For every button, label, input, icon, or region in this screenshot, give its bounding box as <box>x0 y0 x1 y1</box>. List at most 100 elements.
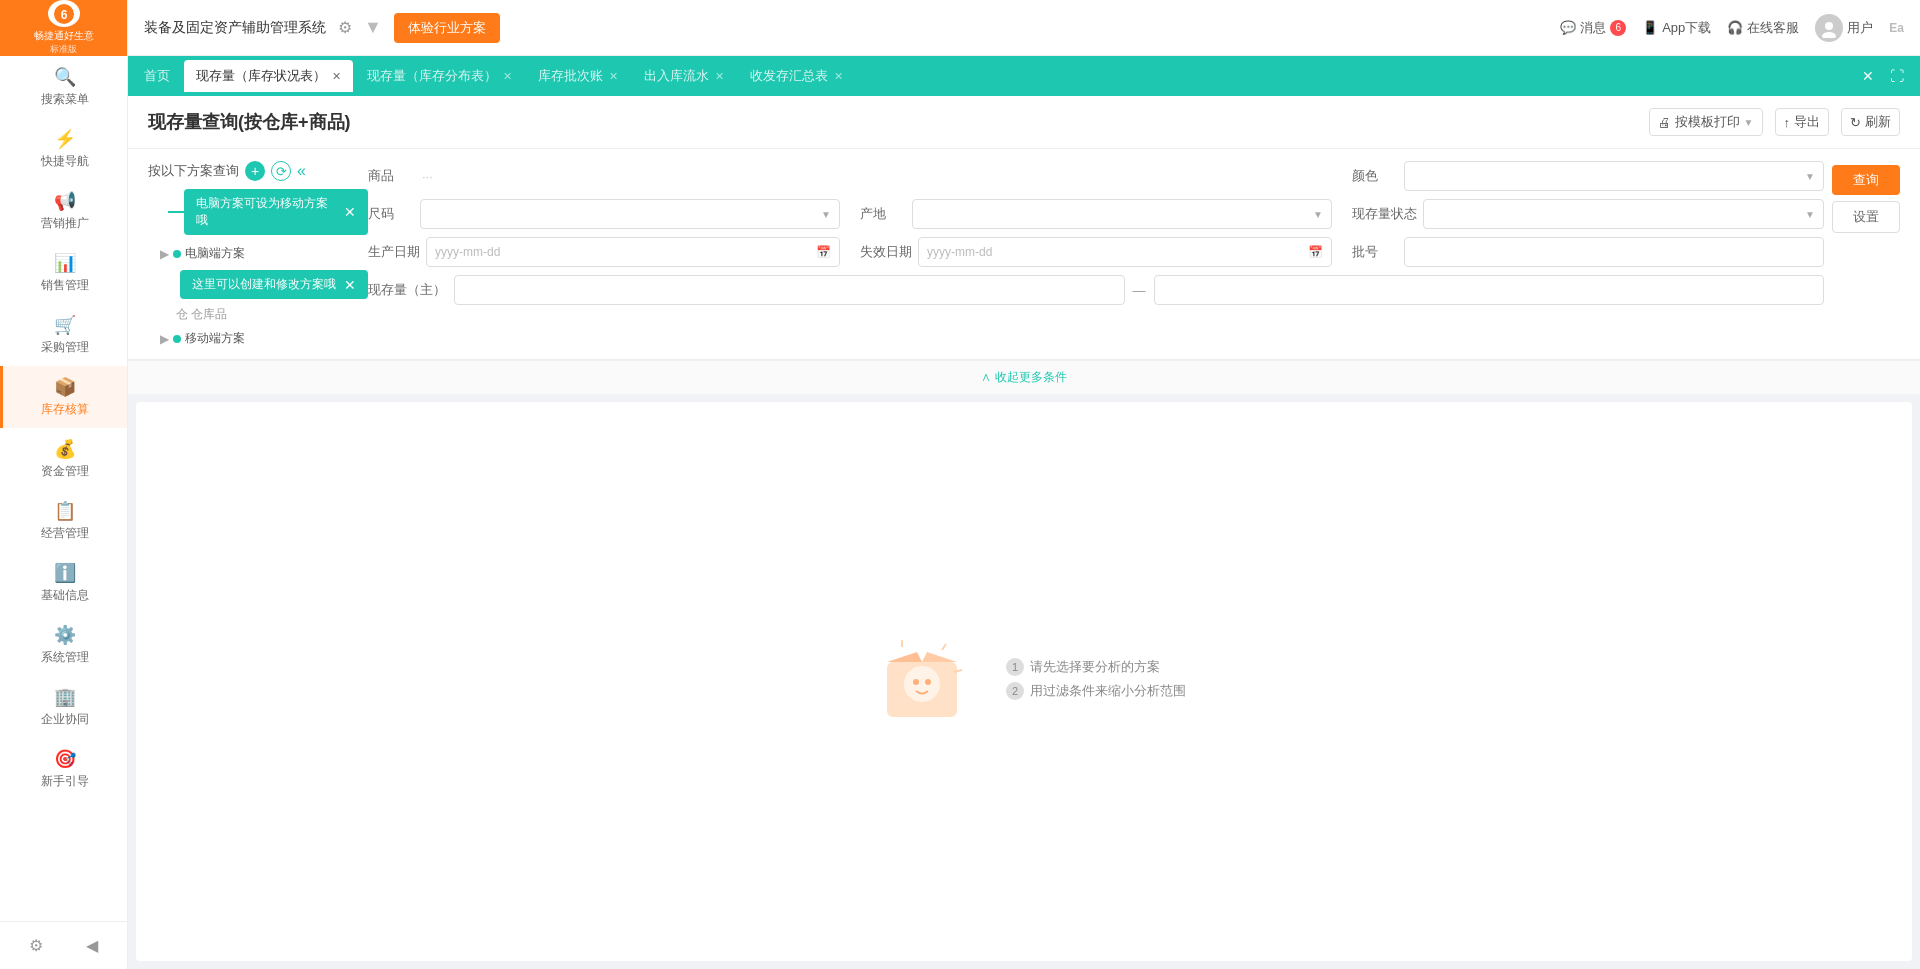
filter-edit-btn[interactable]: ⟳ <box>271 161 291 181</box>
sidebar-collapse-btn[interactable]: ◀ <box>82 932 102 959</box>
product-dots-btn[interactable]: ··· <box>420 169 435 184</box>
field-prod-date: 生产日期 yyyy-mm-dd 📅 <box>368 237 840 267</box>
origin-chevron-icon: ▼ <box>1313 209 1323 220</box>
tab-inout-flow-close[interactable]: ✕ <box>715 70 724 83</box>
industry-btn[interactable]: 体验行业方案 <box>394 13 500 43</box>
sidebar-item-finance[interactable]: 💰 资金管理 <box>0 428 127 490</box>
settings-btn[interactable]: 设置 <box>1832 201 1900 233</box>
prod-date-input[interactable]: yyyy-mm-dd 📅 <box>426 237 840 267</box>
field-product: 商品 ··· <box>368 167 840 185</box>
tab-receive-send-summary[interactable]: 收发存汇总表 ✕ <box>738 60 855 92</box>
svg-line-9 <box>942 644 946 650</box>
color-select[interactable]: ▼ <box>1404 161 1824 191</box>
tab-home[interactable]: 首页 <box>132 60 182 92</box>
tab-batch-account[interactable]: 库存批次账 ✕ <box>526 60 630 92</box>
field-origin: 产地 ▼ <box>860 199 1332 229</box>
size-select[interactable]: ▼ <box>420 199 840 229</box>
page-header: 现存量查询(按仓库+商品) 🖨 按模板打印 ▼ ↑ 导出 ↻ 刷新 <box>128 96 1920 149</box>
tree-label-warehouse: 仓 仓库品 <box>176 306 227 323</box>
prod-date-cal-icon[interactable]: 📅 <box>816 245 831 259</box>
sidebar-item-quick-nav[interactable]: ⚡ 快捷导航 <box>0 118 127 180</box>
tooltip1-close[interactable]: ✕ <box>344 204 356 220</box>
sidebar-item-enterprise[interactable]: 🏢 企业协同 <box>0 676 127 738</box>
stock-qty-from-input[interactable] <box>454 275 1125 305</box>
page-actions: 🖨 按模板打印 ▼ ↑ 导出 ↻ 刷新 <box>1649 108 1900 136</box>
message-btn[interactable]: 💬 消息 6 <box>1560 19 1626 37</box>
stock-qty-to-input[interactable] <box>1154 275 1825 305</box>
marketing-icon: 📢 <box>54 190 76 212</box>
sidebar-item-inventory-label: 库存核算 <box>41 401 89 418</box>
tab-batch-account-close[interactable]: ✕ <box>609 70 618 83</box>
filter-label: 按以下方案查询 <box>148 162 239 180</box>
topbar-gear-icon[interactable]: ⚙ <box>338 18 352 37</box>
collapse-bar[interactable]: ∧ 收起更多条件 <box>128 360 1920 394</box>
sidebar-item-sales[interactable]: 📊 销售管理 <box>0 242 127 304</box>
logo-icon: 6 <box>48 0 80 27</box>
sidebar-item-base-info[interactable]: ℹ️ 基础信息 <box>0 552 127 614</box>
export-btn[interactable]: ↑ 导出 <box>1775 108 1830 136</box>
app-download-btn[interactable]: 📱 App下载 <box>1642 19 1711 37</box>
size-chevron-icon: ▼ <box>821 209 831 220</box>
sidebar-item-operations[interactable]: 📋 经营管理 <box>0 490 127 552</box>
refresh-btn[interactable]: ↻ 刷新 <box>1841 108 1900 136</box>
sidebar-item-purchase[interactable]: 🛒 采购管理 <box>0 304 127 366</box>
filter-section: 按以下方案查询 + ⟳ « 电脑方案可设为移动方案哦 ✕ <box>128 149 1920 360</box>
tab-inout-flow[interactable]: 出入库流水 ✕ <box>632 60 736 92</box>
sidebar-settings-btn[interactable]: ⚙ <box>25 932 47 959</box>
filter-row-3: 生产日期 yyyy-mm-dd 📅 失效日期 yyyy-mm-dd <box>368 237 1824 267</box>
print-btn[interactable]: 🖨 按模板打印 ▼ <box>1649 108 1763 136</box>
tabs-close-all-btn[interactable]: ✕ <box>1858 66 1878 86</box>
origin-select[interactable]: ▼ <box>912 199 1332 229</box>
tree-dot-mobile <box>173 335 181 343</box>
field-expire-date-label: 失效日期 <box>860 243 912 261</box>
tab-home-label: 首页 <box>144 67 170 85</box>
tooltip2-text: 这里可以创建和修改方案哦 <box>192 276 336 293</box>
topbar-right: 💬 消息 6 📱 App下载 🎧 在线客服 用户 Ea <box>1560 14 1904 42</box>
sidebar-item-operations-label: 经营管理 <box>41 525 89 542</box>
sidebar-item-marketing[interactable]: 📢 营销推广 <box>0 180 127 242</box>
sidebar-item-inventory[interactable]: 📦 库存核算 <box>0 366 127 428</box>
message-badge: 6 <box>1610 20 1626 36</box>
svg-text:6: 6 <box>60 8 67 22</box>
avatar <box>1815 14 1843 42</box>
user-label: 用户 <box>1847 19 1873 37</box>
tabs-fullscreen-btn[interactable]: ⛶ <box>1886 66 1908 86</box>
svg-point-7 <box>925 679 931 685</box>
online-support-btn[interactable]: 🎧 在线客服 <box>1727 19 1799 37</box>
sidebar-item-guide[interactable]: 🎯 新手引导 <box>0 738 127 800</box>
filter-add-btn[interactable]: + <box>245 161 265 181</box>
tab-receive-send-summary-close[interactable]: ✕ <box>834 70 843 83</box>
tab-inventory-dist-label: 现存量（库存分布表） <box>367 67 497 85</box>
tab-inventory-status-close[interactable]: ✕ <box>332 70 341 83</box>
tab-inventory-dist[interactable]: 现存量（库存分布表） ✕ <box>355 60 524 92</box>
field-stock-status: 现存量状态 ▼ <box>1352 199 1824 229</box>
expire-date-input[interactable]: yyyy-mm-dd 📅 <box>918 237 1332 267</box>
sidebar-item-sales-label: 销售管理 <box>41 277 89 294</box>
tooltip1-text: 电脑方案可设为移动方案哦 <box>196 195 336 229</box>
expire-date-cal-icon[interactable]: 📅 <box>1308 245 1323 259</box>
batch-no-input[interactable] <box>1404 237 1824 267</box>
enterprise-icon: 🏢 <box>54 686 76 708</box>
app-logo: 6 畅捷通好生意 标准版 <box>0 0 127 56</box>
sidebar-item-search[interactable]: 🔍 搜索菜单 <box>0 56 127 118</box>
empty-state: 1 请先选择要分析的方案 2 用过滤条件来缩小分析范围 <box>136 402 1912 961</box>
schema-tree-mobile[interactable]: ▶ 移动端方案 <box>160 326 368 351</box>
system-icon: ⚙️ <box>54 624 76 646</box>
schema-tree-desktop[interactable]: ▶ 电脑端方案 <box>160 241 368 266</box>
tooltip2-close[interactable]: ✕ <box>344 277 356 293</box>
tab-inventory-dist-close[interactable]: ✕ <box>503 70 512 83</box>
schema-tree: ▶ 电脑端方案 这里可以创建和修改方案哦 ✕ <box>160 241 368 351</box>
collapse-label: 收起更多条件 <box>995 370 1067 384</box>
query-btn[interactable]: 查询 <box>1832 165 1900 195</box>
user-menu[interactable]: 用户 <box>1815 14 1873 42</box>
sidebar-item-system[interactable]: ⚙️ 系统管理 <box>0 614 127 676</box>
tab-inout-flow-label: 出入库流水 <box>644 67 709 85</box>
filter-right: 商品 ··· 颜色 ▼ <box>368 161 1900 309</box>
filter-row-1: 商品 ··· 颜色 ▼ <box>368 161 1824 191</box>
sidebar: 6 畅捷通好生意 标准版 🔍 搜索菜单 ⚡ 快捷导航 📢 营销推广 📊 销售管理… <box>0 0 128 969</box>
tab-inventory-status[interactable]: 现存量（库存状况表） ✕ <box>184 60 353 92</box>
field-size: 尺码 ▼ <box>368 199 840 229</box>
stock-status-select[interactable]: ▼ <box>1423 199 1824 229</box>
filter-arrow-btn[interactable]: « <box>297 162 306 180</box>
topbar-chevron-icon: ▼ <box>364 17 382 38</box>
